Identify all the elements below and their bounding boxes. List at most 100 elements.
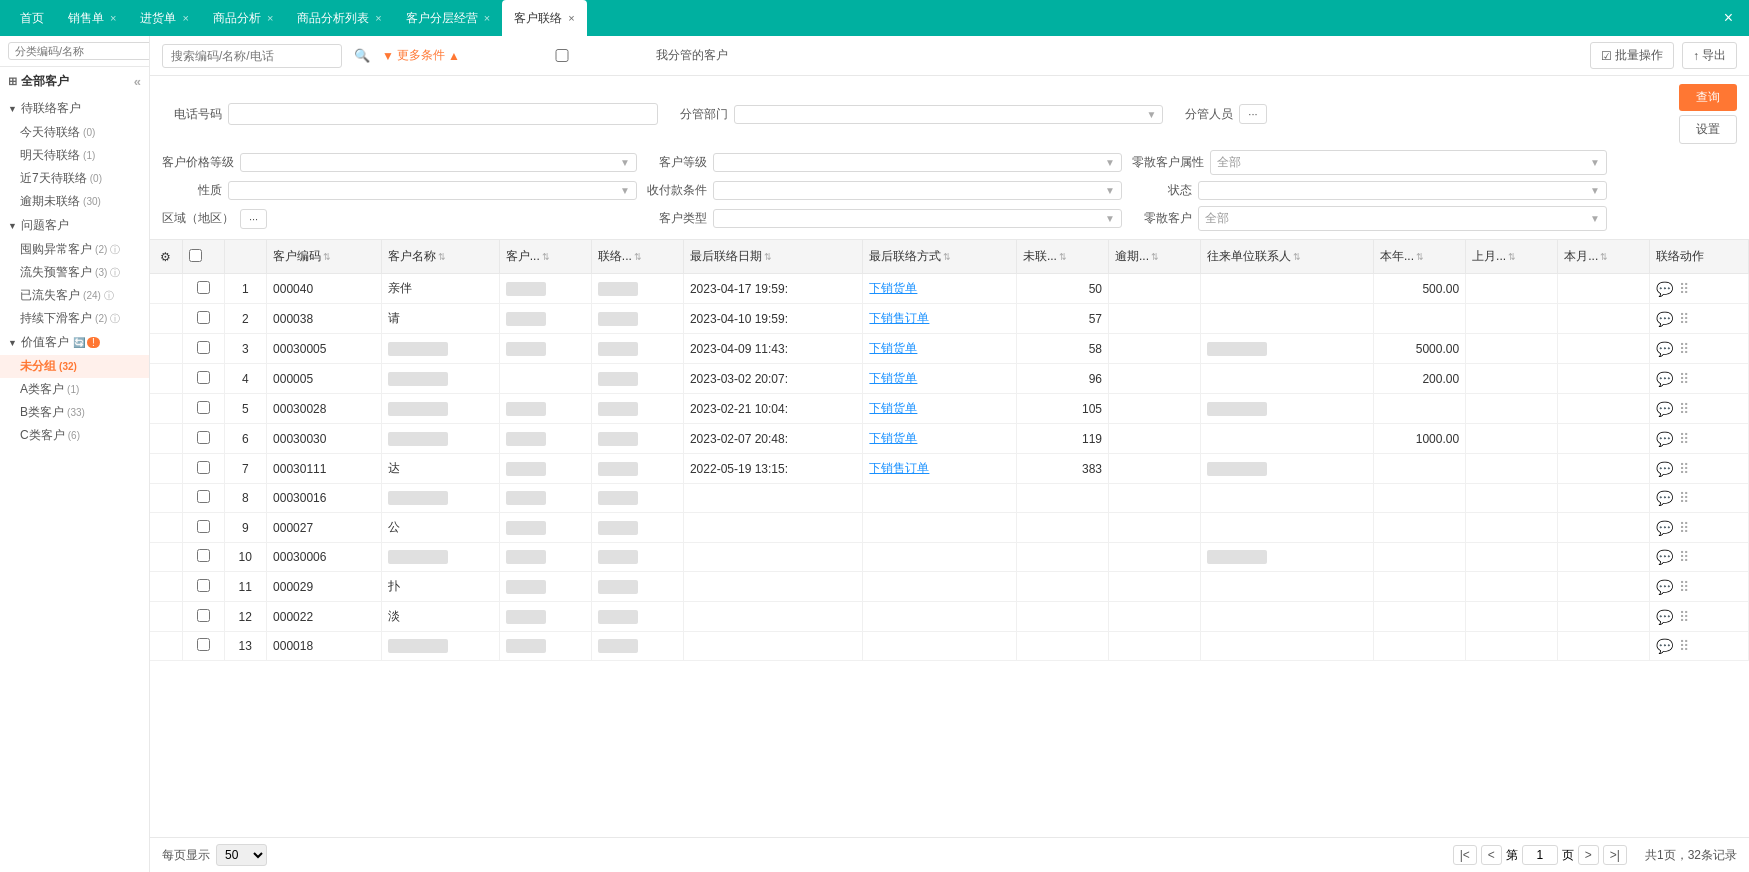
action-chat-8[interactable]: 💬 [1656, 520, 1673, 536]
tab-customer-layer[interactable]: 客户分层经营 × [394, 0, 502, 36]
sidebar-item-C[interactable]: C类客户 (6) [0, 424, 149, 447]
filter-person-btn[interactable]: ··· [1239, 104, 1266, 124]
tab-analysis-list[interactable]: 商品分析列表 × [285, 0, 393, 36]
first-page-btn[interactable]: |< [1453, 845, 1477, 865]
row-checkbox-11[interactable] [197, 609, 210, 622]
sidebar-item-overdue[interactable]: 逾期未联络 (30) [0, 190, 149, 213]
tab-analysis-list-close[interactable]: × [375, 12, 381, 24]
sidebar-item-abnormal[interactable]: 囤购异常客户 (2) ⓘ [0, 238, 149, 261]
row-checkbox-10[interactable] [197, 579, 210, 592]
action-more-3[interactable]: ⠿ [1679, 371, 1689, 387]
close-all-tabs[interactable]: × [1716, 9, 1741, 27]
action-chat-4[interactable]: 💬 [1656, 401, 1673, 417]
filter-retail-select[interactable]: 全部 ▼ [1198, 206, 1607, 231]
col-last-month[interactable]: 上月...⇅ [1466, 240, 1558, 274]
action-more-8[interactable]: ⠿ [1679, 520, 1689, 536]
last-contact-type-link[interactable]: 下销货单 [869, 371, 917, 385]
action-more-10[interactable]: ⠿ [1679, 579, 1689, 595]
my-customers-checkbox[interactable] [472, 49, 652, 62]
batch-op-btn[interactable]: ☑ 批量操作 [1590, 42, 1674, 69]
last-page-btn[interactable]: >| [1603, 845, 1627, 865]
action-more-4[interactable]: ⠿ [1679, 401, 1689, 417]
action-chat-5[interactable]: 💬 [1656, 431, 1673, 447]
last-contact-type-link[interactable]: 下销货单 [869, 281, 917, 295]
action-more-9[interactable]: ⠿ [1679, 549, 1689, 565]
last-contact-type-link[interactable]: 下销货单 [869, 431, 917, 445]
action-more-6[interactable]: ⠿ [1679, 461, 1689, 477]
filter-nature-select[interactable]: ▼ [228, 181, 637, 200]
filter-status-select[interactable]: ▼ [1198, 181, 1607, 200]
more-conditions-btn[interactable]: ▼ 更多条件 ▲ [382, 47, 460, 64]
tab-customer-contact-close[interactable]: × [568, 12, 574, 24]
tab-purchase-close[interactable]: × [182, 12, 188, 24]
sidebar-item-declining[interactable]: 持续下滑客户 (2) ⓘ [0, 307, 149, 330]
action-chat-10[interactable]: 💬 [1656, 579, 1673, 595]
my-customers-filter[interactable]: 我分管的客户 [472, 47, 728, 64]
pending-section-header[interactable]: ▼ 待联络客户 [0, 96, 149, 121]
row-checkbox-3[interactable] [197, 371, 210, 384]
tab-purchase[interactable]: 进货单 × [128, 0, 200, 36]
tab-sales-close[interactable]: × [110, 12, 116, 24]
row-checkbox-1[interactable] [197, 311, 210, 324]
action-chat-9[interactable]: 💬 [1656, 549, 1673, 565]
action-chat-7[interactable]: 💬 [1656, 490, 1673, 506]
value-section-header[interactable]: ▼ 价值客户 🔄 ! [0, 330, 149, 355]
all-customers-header[interactable]: ⊞ 全部客户 « [0, 67, 149, 96]
action-more-12[interactable]: ⠿ [1679, 638, 1689, 654]
filter-customer-level-select[interactable]: ▼ [713, 153, 1122, 172]
tab-analysis-close[interactable]: × [267, 12, 273, 24]
sidebar-item-today[interactable]: 今天待联络 (0) [0, 121, 149, 144]
search-input[interactable] [162, 44, 342, 68]
row-checkbox-8[interactable] [197, 520, 210, 533]
reset-btn[interactable]: 设置 [1679, 115, 1737, 144]
sidebar-item-ungroup[interactable]: 未分组 (32) [0, 355, 149, 378]
filter-retail-attr-select[interactable]: 全部 ▼ [1210, 150, 1607, 175]
row-checkbox-12[interactable] [197, 638, 210, 651]
tab-customer-contact[interactable]: 客户联络 × [502, 0, 586, 36]
filter-region-btn[interactable]: ··· [240, 209, 267, 229]
filter-payment-select[interactable]: ▼ [713, 181, 1122, 200]
sidebar-item-warning[interactable]: 流失预警客户 (3) ⓘ [0, 261, 149, 284]
col-gear[interactable]: ⚙ [150, 240, 182, 274]
action-chat-12[interactable]: 💬 [1656, 638, 1673, 654]
action-chat-6[interactable]: 💬 [1656, 461, 1673, 477]
tab-customer-layer-close[interactable]: × [484, 12, 490, 24]
col-name[interactable]: 客户名称⇅ [381, 240, 499, 274]
filter-price-level-select[interactable]: ▼ [240, 153, 637, 172]
action-more-2[interactable]: ⠿ [1679, 341, 1689, 357]
sidebar-collapse-icon[interactable]: « [134, 74, 141, 89]
select-all-checkbox[interactable] [189, 249, 202, 262]
action-more-1[interactable]: ⠿ [1679, 311, 1689, 327]
sidebar-item-tomorrow[interactable]: 明天待联络 (1) [0, 144, 149, 167]
last-contact-type-link[interactable]: 下销货单 [869, 341, 917, 355]
filter-search-icon[interactable]: 🔍 [354, 48, 370, 63]
row-checkbox-4[interactable] [197, 401, 210, 414]
action-chat-11[interactable]: 💬 [1656, 609, 1673, 625]
action-more-5[interactable]: ⠿ [1679, 431, 1689, 447]
sidebar-item-B[interactable]: B类客户 (33) [0, 401, 149, 424]
row-checkbox-9[interactable] [197, 549, 210, 562]
sidebar-search-input[interactable] [8, 42, 150, 60]
filter-dept-select[interactable]: ▼ [734, 105, 1164, 124]
action-more-7[interactable]: ⠿ [1679, 490, 1689, 506]
row-checkbox-0[interactable] [197, 281, 210, 294]
filter-phone-input[interactable] [228, 103, 658, 125]
sidebar-item-A[interactable]: A类客户 (1) [0, 378, 149, 401]
row-checkbox-5[interactable] [197, 431, 210, 444]
tab-analysis[interactable]: 商品分析 × [201, 0, 285, 36]
problem-section-header[interactable]: ▼ 问题客户 [0, 213, 149, 238]
last-contact-type-link[interactable]: 下销售订单 [869, 311, 929, 325]
tab-home[interactable]: 首页 [8, 0, 56, 36]
last-contact-type-link[interactable]: 下销货单 [869, 401, 917, 415]
col-this-month[interactable]: 本月...⇅ [1558, 240, 1650, 274]
col-code[interactable]: 客户编码⇅ [267, 240, 382, 274]
row-checkbox-2[interactable] [197, 341, 210, 354]
page-size-select[interactable]: 50 20 100 [216, 844, 267, 866]
page-number-input[interactable] [1522, 845, 1558, 865]
col-last-type[interactable]: 最后联络方式⇅ [863, 240, 1016, 274]
col-last-date[interactable]: 最后联络日期⇅ [683, 240, 862, 274]
col-overdue[interactable]: 逾期...⇅ [1109, 240, 1201, 274]
next-page-btn[interactable]: > [1578, 845, 1599, 865]
action-chat-1[interactable]: 💬 [1656, 311, 1673, 327]
last-contact-type-link[interactable]: 下销售订单 [869, 461, 929, 475]
